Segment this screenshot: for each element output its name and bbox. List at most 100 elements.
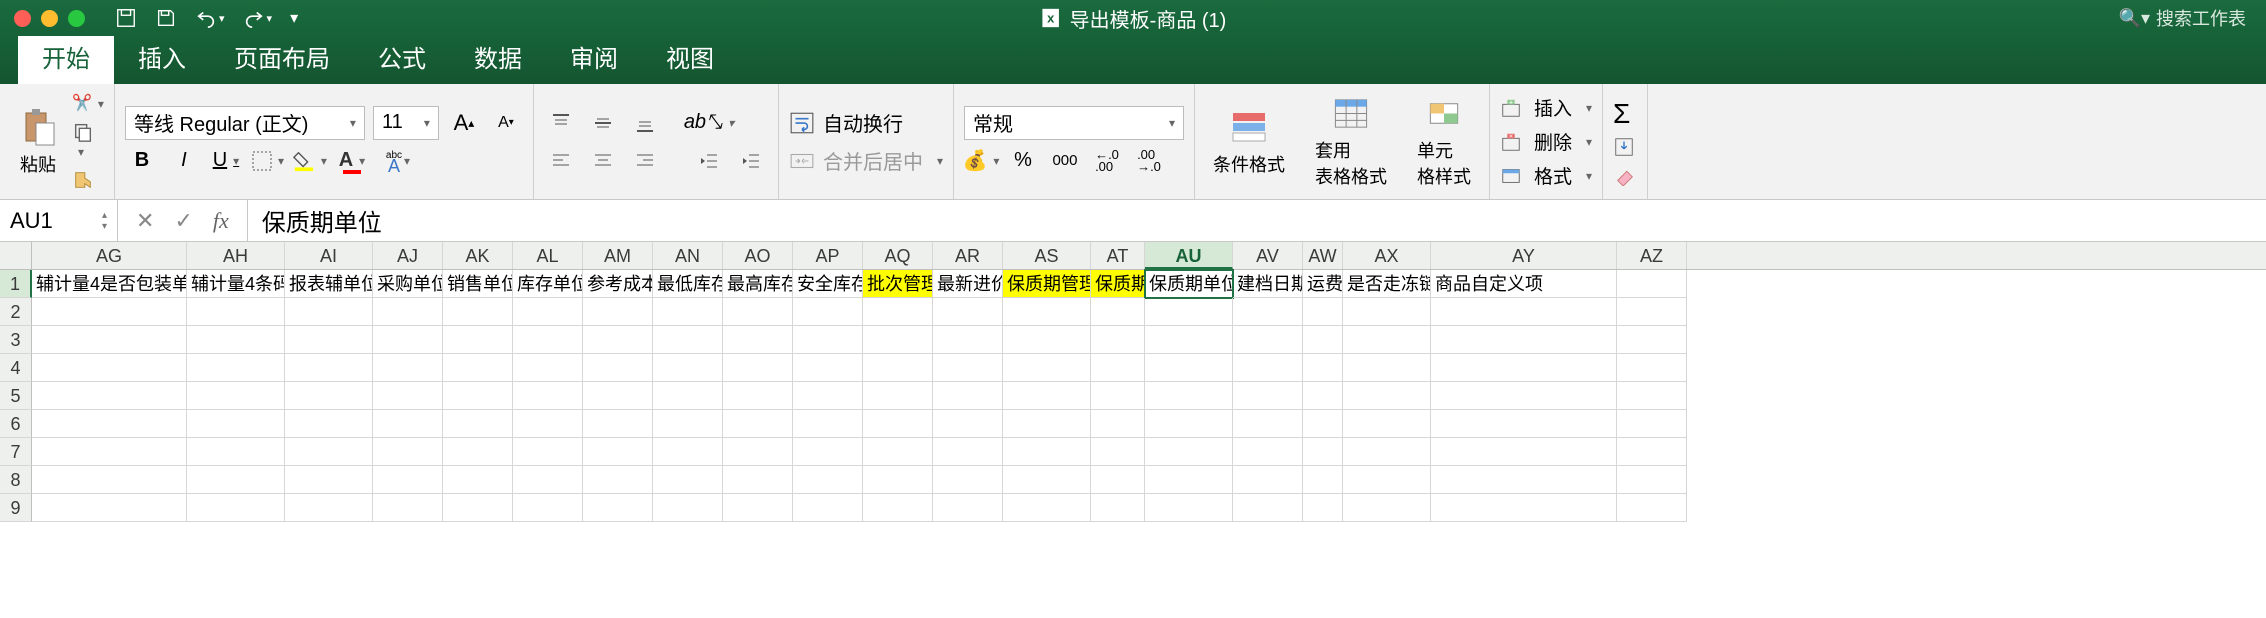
cell-AT5[interactable] [1091,382,1145,410]
cell-AL8[interactable] [513,466,583,494]
column-header-AL[interactable]: AL [513,242,583,269]
cell-AO8[interactable] [723,466,793,494]
cell-AJ7[interactable] [373,438,443,466]
cell-AJ3[interactable] [373,326,443,354]
cell-AX2[interactable] [1343,298,1431,326]
cell-AV9[interactable] [1233,494,1303,522]
column-header-AG[interactable]: AG [32,242,187,269]
cell-AO3[interactable] [723,326,793,354]
cell-AI1[interactable]: 报表辅单位 [285,270,373,298]
qat-customize-icon[interactable]: ▾ [290,8,298,28]
row-header-7[interactable]: 7 [0,438,32,466]
cell-AU3[interactable] [1145,326,1233,354]
cell-AP5[interactable] [793,382,863,410]
font-name-dropdown[interactable]: 等线 Regular (正文)▾ [125,106,365,140]
cell-AL6[interactable] [513,410,583,438]
column-header-AN[interactable]: AN [653,242,723,269]
cell-AP4[interactable] [793,354,863,382]
cell-AX8[interactable] [1343,466,1431,494]
cell-AN1[interactable]: 最低库存 [653,270,723,298]
cell-AK6[interactable] [443,410,513,438]
cell-AY6[interactable] [1431,410,1617,438]
cell-AK9[interactable] [443,494,513,522]
formula-input[interactable]: 保质期单位 [247,200,2266,241]
cell-AV1[interactable]: 建档日期 [1233,270,1303,298]
cell-AH8[interactable] [187,466,285,494]
cell-AM3[interactable] [583,326,653,354]
cell-AP1[interactable]: 安全库存 [793,270,863,298]
cell-AZ6[interactable] [1617,410,1687,438]
fx-icon[interactable]: fx [213,208,229,234]
cell-AM1[interactable]: 参考成本 [583,270,653,298]
cell-AM6[interactable] [583,410,653,438]
cell-AU2[interactable] [1145,298,1233,326]
orientation-icon[interactable]: ab⤡▾ [692,106,726,140]
cell-AZ8[interactable] [1617,466,1687,494]
cell-AZ9[interactable] [1617,494,1687,522]
cell-AN6[interactable] [653,410,723,438]
cell-AX5[interactable] [1343,382,1431,410]
cell-AM5[interactable] [583,382,653,410]
cell-AK4[interactable] [443,354,513,382]
cell-AJ9[interactable] [373,494,443,522]
enter-formula-icon[interactable]: ✓ [174,208,192,234]
cell-AQ3[interactable] [863,326,933,354]
column-header-AV[interactable]: AV [1233,242,1303,269]
cell-AH4[interactable] [187,354,285,382]
cell-AS8[interactable] [1003,466,1091,494]
column-header-AK[interactable]: AK [443,242,513,269]
cell-AJ2[interactable] [373,298,443,326]
column-header-AR[interactable]: AR [933,242,1003,269]
column-header-AO[interactable]: AO [723,242,793,269]
tab-insert[interactable]: 插入 [114,29,210,84]
cell-AQ7[interactable] [863,438,933,466]
border-button[interactable]: ▾ [251,144,285,178]
close-window-button[interactable] [14,10,31,27]
cell-AY2[interactable] [1431,298,1617,326]
cell-AM4[interactable] [583,354,653,382]
cell-AL7[interactable] [513,438,583,466]
cell-AH2[interactable] [187,298,285,326]
row-header-6[interactable]: 6 [0,410,32,438]
cell-AN2[interactable] [653,298,723,326]
cell-AL5[interactable] [513,382,583,410]
cell-AZ3[interactable] [1617,326,1687,354]
cell-AZ1[interactable] [1617,270,1687,298]
cell-AG8[interactable] [32,466,187,494]
cell-AX3[interactable] [1343,326,1431,354]
decrease-font-icon[interactable]: A▾ [489,106,523,140]
insert-cells-button[interactable]: +插入▾ [1500,94,1592,122]
cell-AP3[interactable] [793,326,863,354]
cell-AI7[interactable] [285,438,373,466]
cell-AV4[interactable] [1233,354,1303,382]
cell-AQ8[interactable] [863,466,933,494]
column-header-AT[interactable]: AT [1091,242,1145,269]
comma-icon[interactable]: 000 [1048,144,1082,178]
column-header-AZ[interactable]: AZ [1617,242,1687,269]
cell-AS7[interactable] [1003,438,1091,466]
name-box-spinner[interactable]: ▴▾ [102,210,107,232]
name-box[interactable]: AU1 ▴▾ [0,200,118,241]
cell-AJ1[interactable]: 采购单位 [373,270,443,298]
cell-AR6[interactable] [933,410,1003,438]
column-header-AM[interactable]: AM [583,242,653,269]
cell-AR1[interactable]: 最新进价 [933,270,1003,298]
cell-AG1[interactable]: 辅计量4是否包装单位 [32,270,187,298]
row-header-1[interactable]: 1 [0,270,32,298]
column-header-AS[interactable]: AS [1003,242,1091,269]
row-header-3[interactable]: 3 [0,326,32,354]
column-header-AI[interactable]: AI [285,242,373,269]
cell-AW4[interactable] [1303,354,1343,382]
cell-AG5[interactable] [32,382,187,410]
increase-decimal-icon[interactable]: ←.0.00 [1090,144,1124,178]
cancel-formula-icon[interactable]: ✕ [136,208,154,234]
cell-AU9[interactable] [1145,494,1233,522]
save-icon[interactable] [155,7,177,29]
cell-AX6[interactable] [1343,410,1431,438]
cell-AS6[interactable] [1003,410,1091,438]
cell-AG2[interactable] [32,298,187,326]
cell-AW8[interactable] [1303,466,1343,494]
redo-icon[interactable]: ▾ [243,7,273,29]
row-header-9[interactable]: 9 [0,494,32,522]
cell-AW1[interactable]: 运费 [1303,270,1343,298]
